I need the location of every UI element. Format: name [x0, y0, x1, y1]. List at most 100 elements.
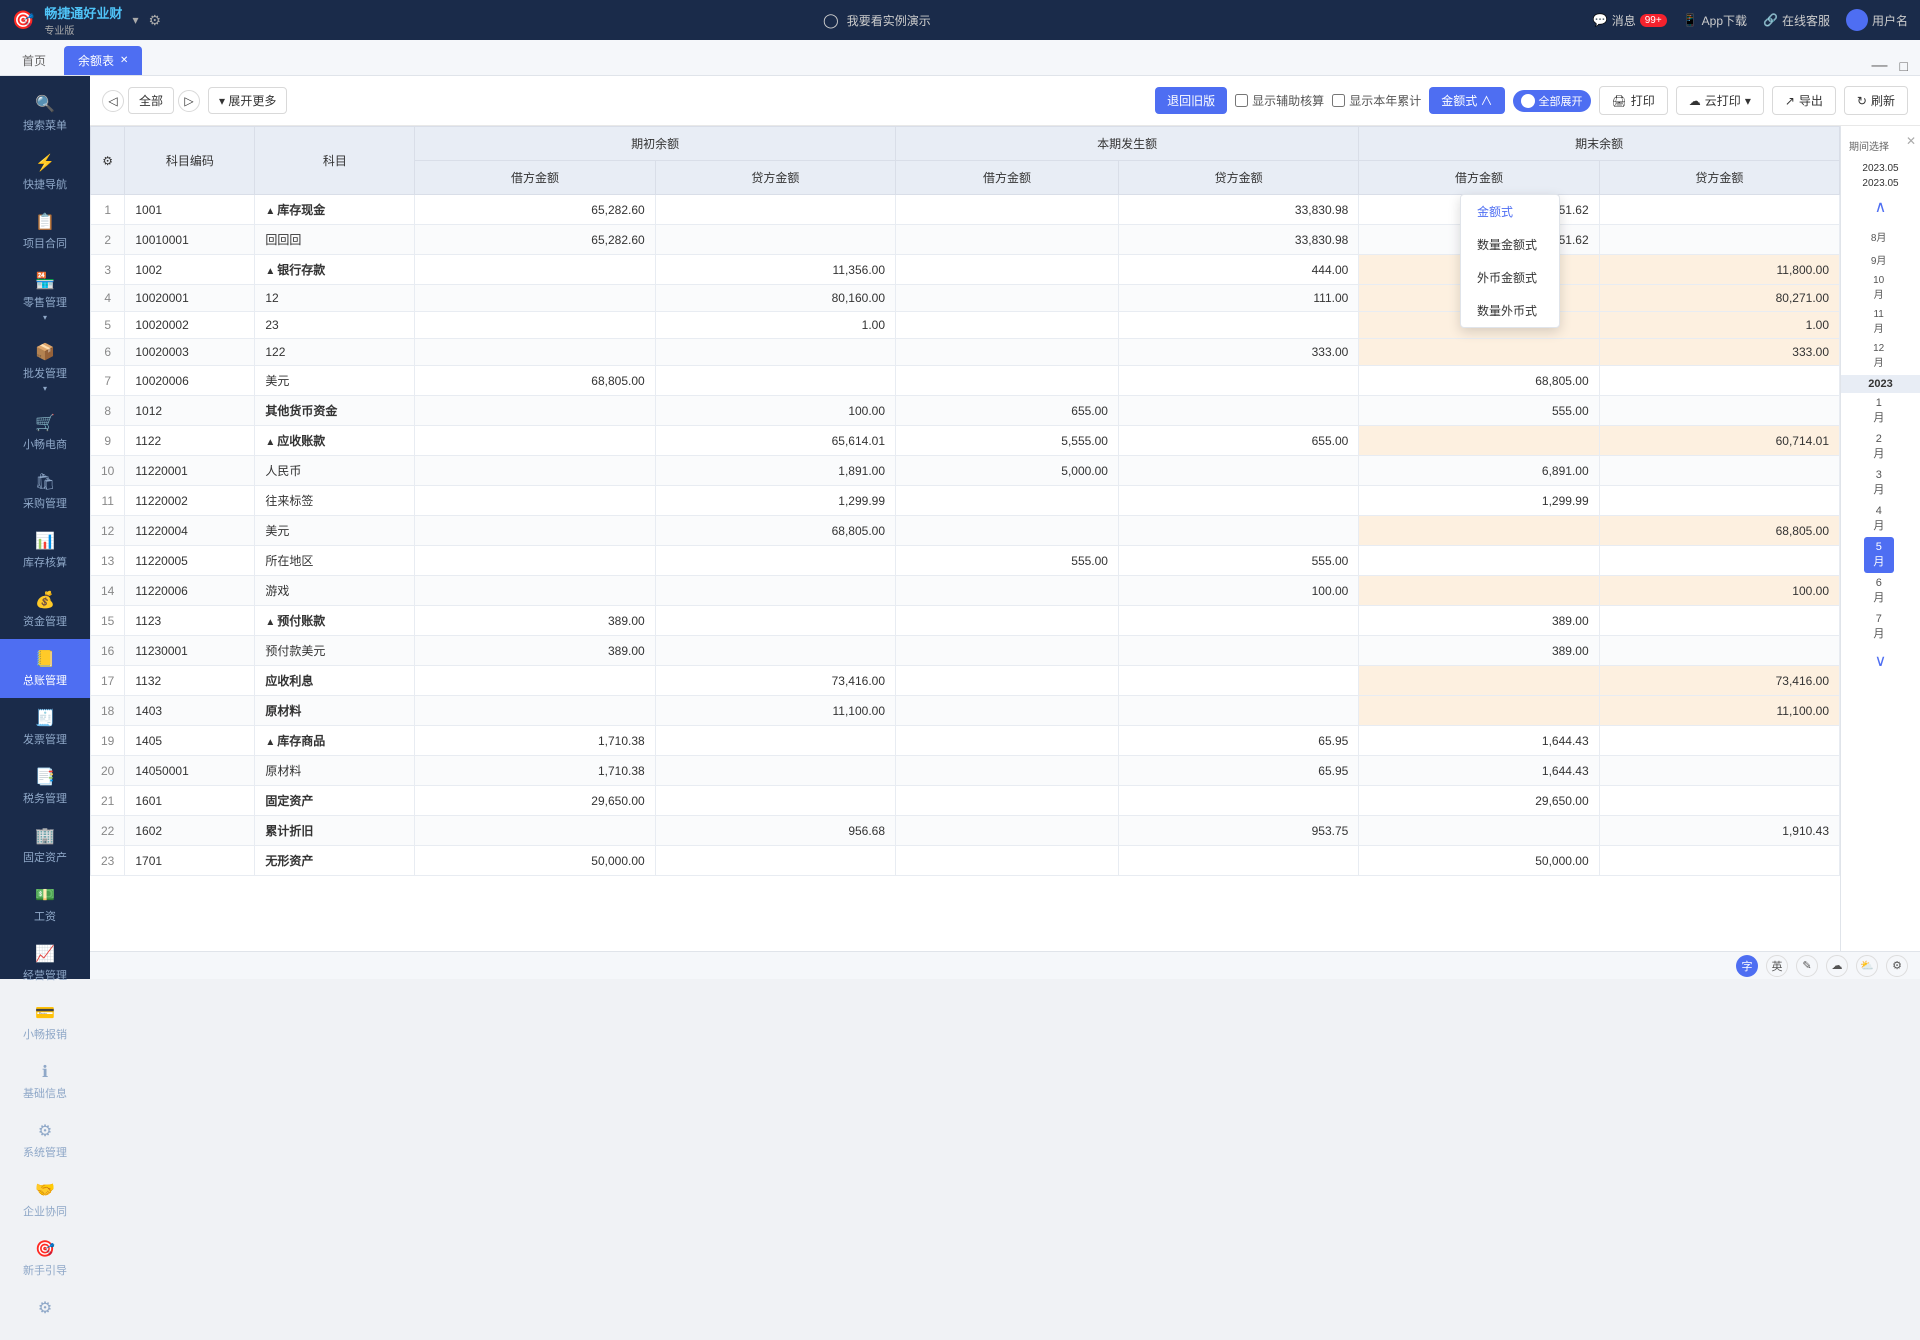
table-row[interactable]: 16 11230001 预付款美元 389.00 389.00 [91, 636, 1840, 666]
period-8[interactable]: 8月 [1862, 225, 1895, 248]
settings-icon[interactable]: ⚙ [148, 12, 161, 29]
table-row[interactable]: 3 1002 ▲银行存款 11,356.00 444.00 11,800.00 [91, 255, 1840, 285]
sidebar-item-purchase[interactable]: 🛍 采购管理 [0, 462, 90, 521]
bottom-cloud-icon[interactable]: ☁ [1826, 955, 1848, 977]
sidebar-item-salary[interactable]: 💵 工资 [0, 875, 90, 934]
period-11[interactable]: 11月 [1862, 305, 1895, 339]
sidebar-item-inventory[interactable]: 📊 库存核算 [0, 521, 90, 580]
table-row[interactable]: 12 11220004 美元 68,805.00 68,805.00 [91, 516, 1840, 546]
tab-close-icon[interactable]: ✕ [120, 55, 128, 66]
account-name[interactable]: 美元 [255, 516, 415, 546]
table-row[interactable]: 2 10010001 回回回 65,282.60 33,830.98 31,45… [91, 225, 1840, 255]
online-service-btn[interactable]: 🔗 在线客服 [1763, 12, 1830, 29]
sidebar-item-search[interactable]: 🔍 搜索菜单 [0, 84, 90, 143]
tab-balance[interactable]: 余额表 ✕ [64, 46, 142, 75]
mode-amount[interactable]: 金额式 [1461, 195, 1559, 228]
account-name[interactable]: 23 [255, 312, 415, 339]
sidebar-item-collab[interactable]: 🤝 企业协同 [0, 1170, 90, 1229]
table-row[interactable]: 22 1602 累计折旧 956.68 953.75 1,910.43 [91, 816, 1840, 846]
year-check[interactable] [1332, 94, 1345, 107]
account-name[interactable]: 122 [255, 339, 415, 366]
sidebar-item-system[interactable]: ⚙ 系统管理 [0, 1111, 90, 1170]
mode-btn[interactable]: 金额式 ∧ [1429, 87, 1504, 114]
sidebar-item-tax[interactable]: 📑 税务管理 [0, 757, 90, 816]
sidebar-item-wholesale[interactable]: 📦 批发管理 ▾ [0, 332, 90, 403]
table-container[interactable]: ⚙ 科目编码 科目 期初余额 本期发生额 期末余额 借方金额 贷方金额 借方金额… [90, 126, 1840, 951]
account-name[interactable]: 应收利息 [255, 666, 415, 696]
table-row[interactable]: 9 1122 ▲应收账款 65,614.01 5,555.00 655.00 6… [91, 426, 1840, 456]
table-row[interactable]: 1 1001 ▲库存现金 65,282.60 33,830.98 31,451.… [91, 195, 1840, 225]
period-2023-1[interactable]: 1月 [1864, 393, 1894, 429]
account-name[interactable]: ▲应收账款 [255, 426, 415, 456]
export-btn[interactable]: ↗ 导出 [1772, 86, 1836, 115]
refresh-btn[interactable]: ↻ 刷新 [1844, 86, 1908, 115]
dropdown-icon[interactable]: ▾ [132, 13, 138, 27]
mode-foreign-amount[interactable]: 外币金额式 [1461, 261, 1559, 294]
table-row[interactable]: 20 14050001 原材料 1,710.38 65.95 1,644.43 [91, 756, 1840, 786]
period-12[interactable]: 12月 [1862, 339, 1895, 373]
sidebar-item-guide[interactable]: 🎯 新手引导 [0, 1229, 90, 1288]
table-row[interactable]: 13 11220005 所在地区 555.00 555.00 [91, 546, 1840, 576]
expand-more-btn[interactable]: ▾ 展开更多 [208, 87, 287, 114]
period-up-btn[interactable]: ∧ [1873, 195, 1889, 219]
nav-back-btn[interactable]: ◁ [102, 90, 124, 112]
th-settings[interactable]: ⚙ [91, 127, 125, 195]
sidebar-item-assets[interactable]: 🏢 固定资产 [0, 816, 90, 875]
demo-link[interactable]: 我要看实例演示 [847, 12, 931, 29]
account-name[interactable]: ▲银行存款 [255, 255, 415, 285]
bottom-cloud2-icon[interactable]: ⛅ [1856, 955, 1878, 977]
period-down-btn[interactable]: ∨ [1873, 649, 1889, 673]
cloud-print-btn[interactable]: ☁ 云打印 ▾ [1676, 86, 1764, 115]
account-name[interactable]: 所在地区 [255, 546, 415, 576]
sidebar-settings-btn[interactable]: ⚙ [34, 1288, 56, 1328]
print-btn[interactable]: 🖨 打印 [1599, 86, 1668, 115]
account-name[interactable]: ▲预付账款 [255, 606, 415, 636]
period-2023-5[interactable]: 5月 [1864, 537, 1894, 573]
table-row[interactable]: 11 11220002 往来标签 1,299.99 1,299.99 [91, 486, 1840, 516]
show-year-cumulative-checkbox[interactable]: 显示本年累计 [1332, 92, 1421, 109]
period-10[interactable]: 10月 [1862, 271, 1895, 305]
account-name[interactable]: 无形资产 [255, 846, 415, 876]
table-row[interactable]: 19 1405 ▲库存商品 1,710.38 65.95 1,644.43 [91, 726, 1840, 756]
table-row[interactable]: 23 1701 无形资产 50,000.00 50,000.00 [91, 846, 1840, 876]
table-row[interactable]: 17 1132 应收利息 73,416.00 73,416.00 [91, 666, 1840, 696]
mode-quantity-foreign[interactable]: 数量外币式 [1461, 294, 1559, 327]
sidebar-item-ecommerce[interactable]: 🛒 小畅电商 [0, 403, 90, 462]
table-row[interactable]: 7 10020006 美元 68,805.00 68,805.00 [91, 366, 1840, 396]
nav-forward-btn[interactable]: ▷ [178, 90, 200, 112]
sidebar-item-project[interactable]: 📋 项目合同 [0, 202, 90, 261]
account-name[interactable]: 美元 [255, 366, 415, 396]
sidebar-item-capital[interactable]: 💰 资金管理 [0, 580, 90, 639]
account-name[interactable]: ▲库存现金 [255, 195, 415, 225]
bottom-lang-icon[interactable]: 英 [1766, 955, 1788, 977]
expand-all-toggle[interactable]: 全部展开 [1513, 90, 1591, 112]
period-2023-2[interactable]: 2月 [1864, 429, 1894, 465]
account-name[interactable]: 12 [255, 285, 415, 312]
messages-btn[interactable]: 💬 消息 99+ [1593, 12, 1667, 29]
account-name[interactable]: 累计折旧 [255, 816, 415, 846]
account-name[interactable]: 往来标签 [255, 486, 415, 516]
sidebar-item-expense[interactable]: 💳 小畅报销 [0, 993, 90, 1052]
show-assist-checkbox[interactable]: 显示辅助核算 [1235, 92, 1324, 109]
period-2023-6[interactable]: 6月 [1864, 573, 1894, 609]
bottom-edit-icon[interactable]: ✎ [1796, 955, 1818, 977]
all-filter-btn[interactable]: 全部 [128, 87, 174, 114]
account-name[interactable]: 其他货币资金 [255, 396, 415, 426]
account-name[interactable]: 原材料 [255, 696, 415, 726]
assist-check[interactable] [1235, 94, 1248, 107]
account-name[interactable]: 固定资产 [255, 786, 415, 816]
account-name[interactable]: 游戏 [255, 576, 415, 606]
sidebar-item-ledger[interactable]: 📒 总账管理 [0, 639, 90, 698]
sidebar-item-nav[interactable]: ⚡ 快捷导航 [0, 143, 90, 202]
table-row[interactable]: 14 11220006 游戏 100.00 100.00 [91, 576, 1840, 606]
period-2023-7[interactable]: 7月 [1864, 609, 1894, 645]
table-row[interactable]: 18 1403 原材料 11,100.00 11,100.00 [91, 696, 1840, 726]
window-restore-btn[interactable]: □ [1896, 58, 1912, 74]
period-close-btn[interactable]: ✕ [1906, 134, 1916, 157]
bottom-chat-icon[interactable]: 字 [1736, 955, 1758, 977]
mode-quantity-amount[interactable]: 数量金额式 [1461, 228, 1559, 261]
period-2023-3[interactable]: 3月 [1864, 465, 1894, 501]
account-name[interactable]: 回回回 [255, 225, 415, 255]
return-old-btn[interactable]: 退回旧版 [1155, 87, 1227, 114]
table-row[interactable]: 4 10020001 12 80,160.00 111.00 80,271.00 [91, 285, 1840, 312]
